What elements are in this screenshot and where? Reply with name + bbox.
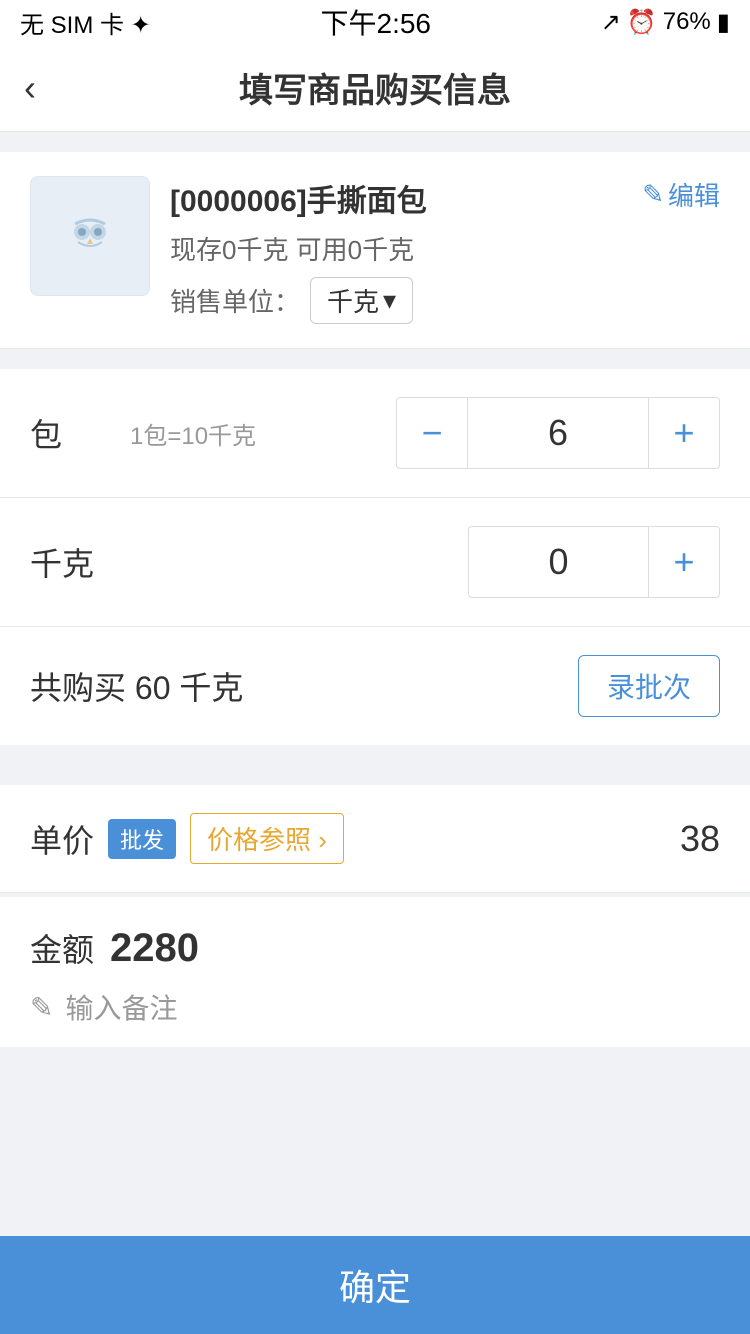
unit-select[interactable]: 千克 ▾ [310, 277, 413, 324]
kg-label: 千克 [30, 539, 110, 585]
kg-row: 千克 + [0, 498, 750, 627]
bao-minus-button[interactable]: − [396, 397, 468, 469]
page-title: 填写商品购买信息 [239, 63, 511, 112]
bao-plus-button[interactable]: + [648, 397, 720, 469]
separator-2 [0, 745, 750, 765]
amount-row: 金额 2280 [30, 925, 720, 971]
product-image [30, 176, 150, 296]
gps-icon: ↗ [601, 8, 621, 37]
batch-button[interactable]: 录批次 [578, 655, 720, 717]
price-value: 38 [680, 818, 720, 860]
bao-controls: − + [396, 397, 720, 469]
product-unit-row: 销售单位： 千克 ▾ [170, 277, 720, 324]
bao-label: 包 [30, 410, 110, 456]
price-tag: 批发 [108, 819, 176, 859]
kg-input[interactable] [468, 526, 648, 598]
product-card: [0000006]手撕面包 现存0千克 可用0千克 销售单位： 千克 ▾ ✎ 编… [0, 152, 750, 349]
kg-plus-button[interactable]: + [648, 526, 720, 598]
amount-label: 金额 [30, 925, 94, 971]
remark-row[interactable]: ✎ 输入备注 [30, 987, 720, 1027]
price-row: 单价 批发 价格参照 › 38 [0, 785, 750, 893]
confirm-button[interactable]: 确定 [0, 1236, 750, 1334]
edit-icon: ✎ [642, 179, 664, 210]
remark-placeholder: 输入备注 [65, 987, 177, 1027]
amount-value: 2280 [110, 926, 199, 971]
chevron-down-icon: ▾ [383, 285, 396, 316]
battery-text: 76% [663, 8, 711, 36]
nav-bar: ‹ 填写商品购买信息 [0, 44, 750, 132]
sim-status: 无 SIM 卡 ✦ [20, 5, 151, 40]
total-row: 共购买 60 千克 录批次 [0, 627, 750, 745]
total-text: 共购买 60 千克 [30, 663, 243, 709]
kg-controls: + [468, 526, 720, 598]
amount-section: 金额 2280 ✎ 输入备注 [0, 897, 750, 1047]
product-name: [0000006]手撕面包 [170, 176, 720, 220]
bao-hint: 1包=10千克 [130, 416, 376, 451]
unit-label: 销售单位： [170, 282, 300, 319]
product-stock: 现存0千克 可用0千克 [170, 230, 720, 267]
status-left: 无 SIM 卡 ✦ [20, 5, 151, 40]
alarm-icon: ⏰ [627, 8, 657, 37]
battery-icon: ▮ [717, 8, 730, 37]
product-info: [0000006]手撕面包 现存0千克 可用0千克 销售单位： 千克 ▾ [170, 176, 720, 324]
bao-row: 包 1包=10千克 − + [0, 369, 750, 498]
bao-input[interactable] [468, 397, 648, 469]
edit-button[interactable]: ✎ 编辑 [642, 176, 720, 213]
separator-1 [0, 349, 750, 369]
input-section: 包 1包=10千克 − + 千克 + [0, 369, 750, 627]
status-right: ↗ ⏰ 76% ▮ [601, 8, 730, 37]
price-left: 单价 批发 价格参照 › [30, 813, 344, 864]
remark-icon: ✎ [30, 991, 53, 1024]
product-logo-icon [60, 206, 120, 266]
price-label: 单价 [30, 816, 94, 862]
back-button[interactable]: ‹ [24, 67, 36, 109]
price-ref-button[interactable]: 价格参照 › [190, 813, 344, 864]
status-time: 下午2:56 [321, 2, 432, 42]
status-bar: 无 SIM 卡 ✦ 下午2:56 ↗ ⏰ 76% ▮ [0, 0, 750, 44]
price-section: 单价 批发 价格参照 › 38 [0, 785, 750, 893]
